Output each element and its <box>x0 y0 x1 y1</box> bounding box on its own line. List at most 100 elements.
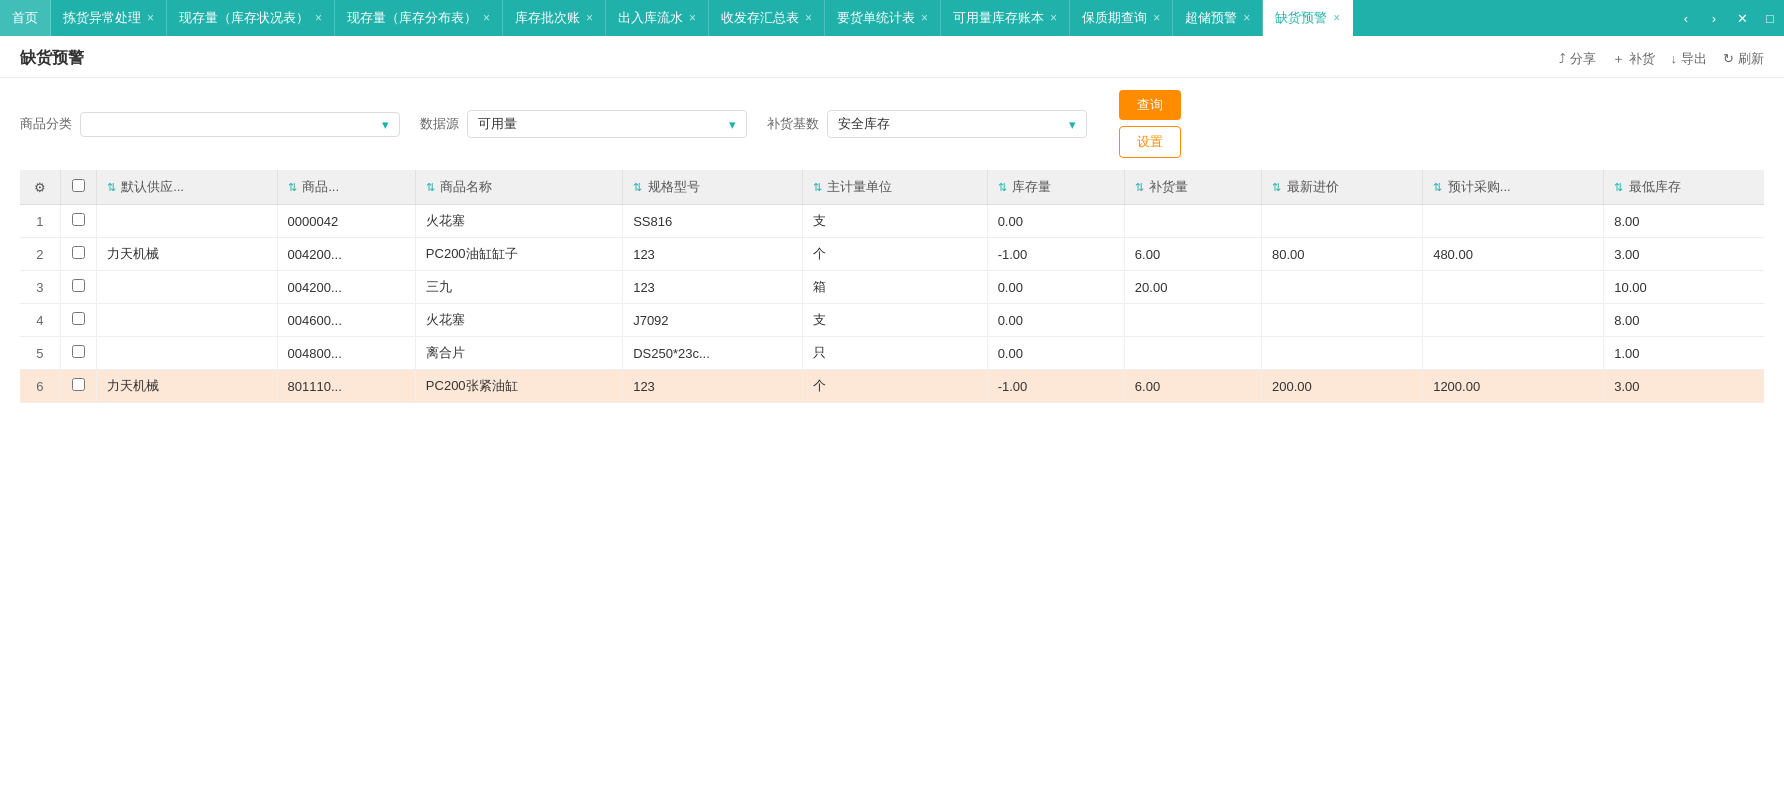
tab-close-icon[interactable]: × <box>1153 11 1160 25</box>
min-stock-col-header[interactable]: ⇅ 最低库存 <box>1604 170 1764 205</box>
replenish-base-select[interactable]: 安全库存 ▾ <box>827 110 1087 138</box>
header-actions: ⤴ 分享 ＋ 补货 ↓ 导出 ↻ 刷新 <box>1559 50 1765 68</box>
share-btn[interactable]: ⤴ 分享 <box>1559 50 1596 68</box>
stock-col-header[interactable]: ⇅ 库存量 <box>987 170 1124 205</box>
replenish-qty-col-header[interactable]: ⇅ 补货量 <box>1124 170 1261 205</box>
category-select[interactable]: ▾ <box>80 112 400 137</box>
table-container: ⚙ ⇅ 默认供应... ⇅ 商品... ⇅ 商品名称 <box>0 170 1784 403</box>
tab-item-3[interactable]: 现存量（库存分布表）× <box>335 0 503 36</box>
tab-scroll-left-btn[interactable]: ‹ <box>1672 0 1700 36</box>
default-supplier-cell <box>96 205 277 238</box>
table-row: 5004800...离合片DS250*23c...只0.001.00 <box>20 337 1764 370</box>
min-stock-cell: 3.00 <box>1604 370 1764 403</box>
product-code-col-header[interactable]: ⇅ 商品... <box>277 170 415 205</box>
tab-close-icon[interactable]: × <box>315 11 322 25</box>
tab-item-6[interactable]: 收发存汇总表 × <box>709 0 825 36</box>
default-supplier-cell: 力天机械 <box>96 370 277 403</box>
tab-close-icon[interactable]: × <box>483 11 490 25</box>
tab-item-11[interactable]: 缺货预警× <box>1263 0 1353 36</box>
unit-col-header[interactable]: ⇅ 主计量单位 <box>802 170 987 205</box>
replenish-base-label: 补货基数 <box>767 115 819 133</box>
row-checkbox[interactable] <box>72 312 85 325</box>
row-number: 4 <box>20 304 60 337</box>
tab-label: 现存量（库存状况表） <box>179 9 309 27</box>
tab-label: 超储预警 <box>1185 9 1237 27</box>
tab-label: 拣货异常处理 <box>63 9 141 27</box>
tab-label: 收发存汇总表 <box>721 9 799 27</box>
table-row: 2力天机械004200...PC200油缸缸子123个-1.006.0080.0… <box>20 238 1764 271</box>
replenish-btn[interactable]: ＋ 补货 <box>1612 50 1655 68</box>
tab-label: 可用量库存账本 <box>953 9 1044 27</box>
select-all-checkbox[interactable] <box>72 179 85 192</box>
stock-cell: -1.00 <box>987 238 1124 271</box>
tab-item-8[interactable]: 可用量库存账本 × <box>941 0 1070 36</box>
datasource-value: 可用量 <box>478 115 517 133</box>
row-checkbox[interactable] <box>72 213 85 226</box>
export-btn[interactable]: ↓ 导出 <box>1671 50 1708 68</box>
settings-col-header[interactable]: ⚙ <box>20 170 60 205</box>
tab-maximize-btn[interactable]: □ <box>1756 0 1784 36</box>
min-stock-cell: 1.00 <box>1604 337 1764 370</box>
product-code-cell: 004200... <box>277 271 415 304</box>
spec-cell: 123 <box>623 370 802 403</box>
row-number: 3 <box>20 271 60 304</box>
default-supplier-cell <box>96 304 277 337</box>
sort-icon: ⇅ <box>998 181 1007 193</box>
tab-close-icon[interactable]: × <box>921 11 928 25</box>
tab-item-10[interactable]: 超储预警 × <box>1173 0 1263 36</box>
row-checkbox-cell <box>60 304 96 337</box>
tab-close-icon[interactable]: × <box>1333 11 1340 25</box>
query-button[interactable]: 查询 <box>1119 90 1181 120</box>
unit-cell: 只 <box>802 337 987 370</box>
latest-price-cell <box>1262 304 1423 337</box>
tab-item-9[interactable]: 保质期查询× <box>1070 0 1173 36</box>
tab-item-5[interactable]: 出入库流水× <box>606 0 709 36</box>
product-name-cell: 三九 <box>415 271 622 304</box>
tab-item-7[interactable]: 要货单统计表× <box>825 0 941 36</box>
replenish-base-chevron-icon: ▾ <box>1069 117 1076 132</box>
tab-label: 库存批次账 <box>515 9 580 27</box>
est-purchase-cell <box>1423 205 1604 238</box>
row-number: 1 <box>20 205 60 238</box>
row-checkbox-cell <box>60 205 96 238</box>
row-checkbox-cell <box>60 337 96 370</box>
row-checkbox[interactable] <box>72 279 85 292</box>
product-code-cell: 0000042 <box>277 205 415 238</box>
tab-close-icon[interactable]: × <box>1050 11 1057 25</box>
row-number: 6 <box>20 370 60 403</box>
tab-close-icon[interactable]: × <box>805 11 812 25</box>
settings-button[interactable]: 设置 <box>1119 126 1181 158</box>
product-code-cell: 004600... <box>277 304 415 337</box>
est-purchase-col-header[interactable]: ⇅ 预计采购... <box>1423 170 1604 205</box>
refresh-btn[interactable]: ↻ 刷新 <box>1723 50 1764 68</box>
spec-col-header[interactable]: ⇅ 规格型号 <box>623 170 802 205</box>
latest-price-col-header[interactable]: ⇅ 最新进价 <box>1262 170 1423 205</box>
tab-item-4[interactable]: 库存批次账 × <box>503 0 606 36</box>
default-supplier-col-header[interactable]: ⇅ 默认供应... <box>96 170 277 205</box>
stock-cell: -1.00 <box>987 370 1124 403</box>
tab-close-icon[interactable]: × <box>147 11 154 25</box>
product-name-cell: PC200张紧油缸 <box>415 370 622 403</box>
tab-item-1[interactable]: 拣货异常处理 × <box>51 0 167 36</box>
row-checkbox[interactable] <box>72 345 85 358</box>
tab-item-2[interactable]: 现存量（库存状况表） × <box>167 0 335 36</box>
row-checkbox[interactable] <box>72 378 85 391</box>
tab-close-window-btn[interactable]: ✕ <box>1728 0 1756 36</box>
unit-cell: 支 <box>802 304 987 337</box>
unit-cell: 个 <box>802 238 987 271</box>
datasource-select[interactable]: 可用量 ▾ <box>467 110 747 138</box>
tab-close-icon[interactable]: × <box>586 11 593 25</box>
product-name-col-header[interactable]: ⇅ 商品名称 <box>415 170 622 205</box>
tab-scroll-right-btn[interactable]: › <box>1700 0 1728 36</box>
row-checkbox[interactable] <box>72 246 85 259</box>
replenish-qty-cell <box>1124 205 1261 238</box>
checkbox-col-header[interactable] <box>60 170 96 205</box>
tab-close-icon[interactable]: × <box>689 11 696 25</box>
min-stock-cell: 8.00 <box>1604 205 1764 238</box>
gear-icon: ⚙ <box>34 180 46 195</box>
page-title: 缺货预警 <box>20 48 84 69</box>
tab-item-0[interactable]: 首页 <box>0 0 51 36</box>
sort-icon: ⇅ <box>1433 181 1442 193</box>
tab-label: 首页 <box>12 9 38 27</box>
tab-close-icon[interactable]: × <box>1243 11 1250 25</box>
